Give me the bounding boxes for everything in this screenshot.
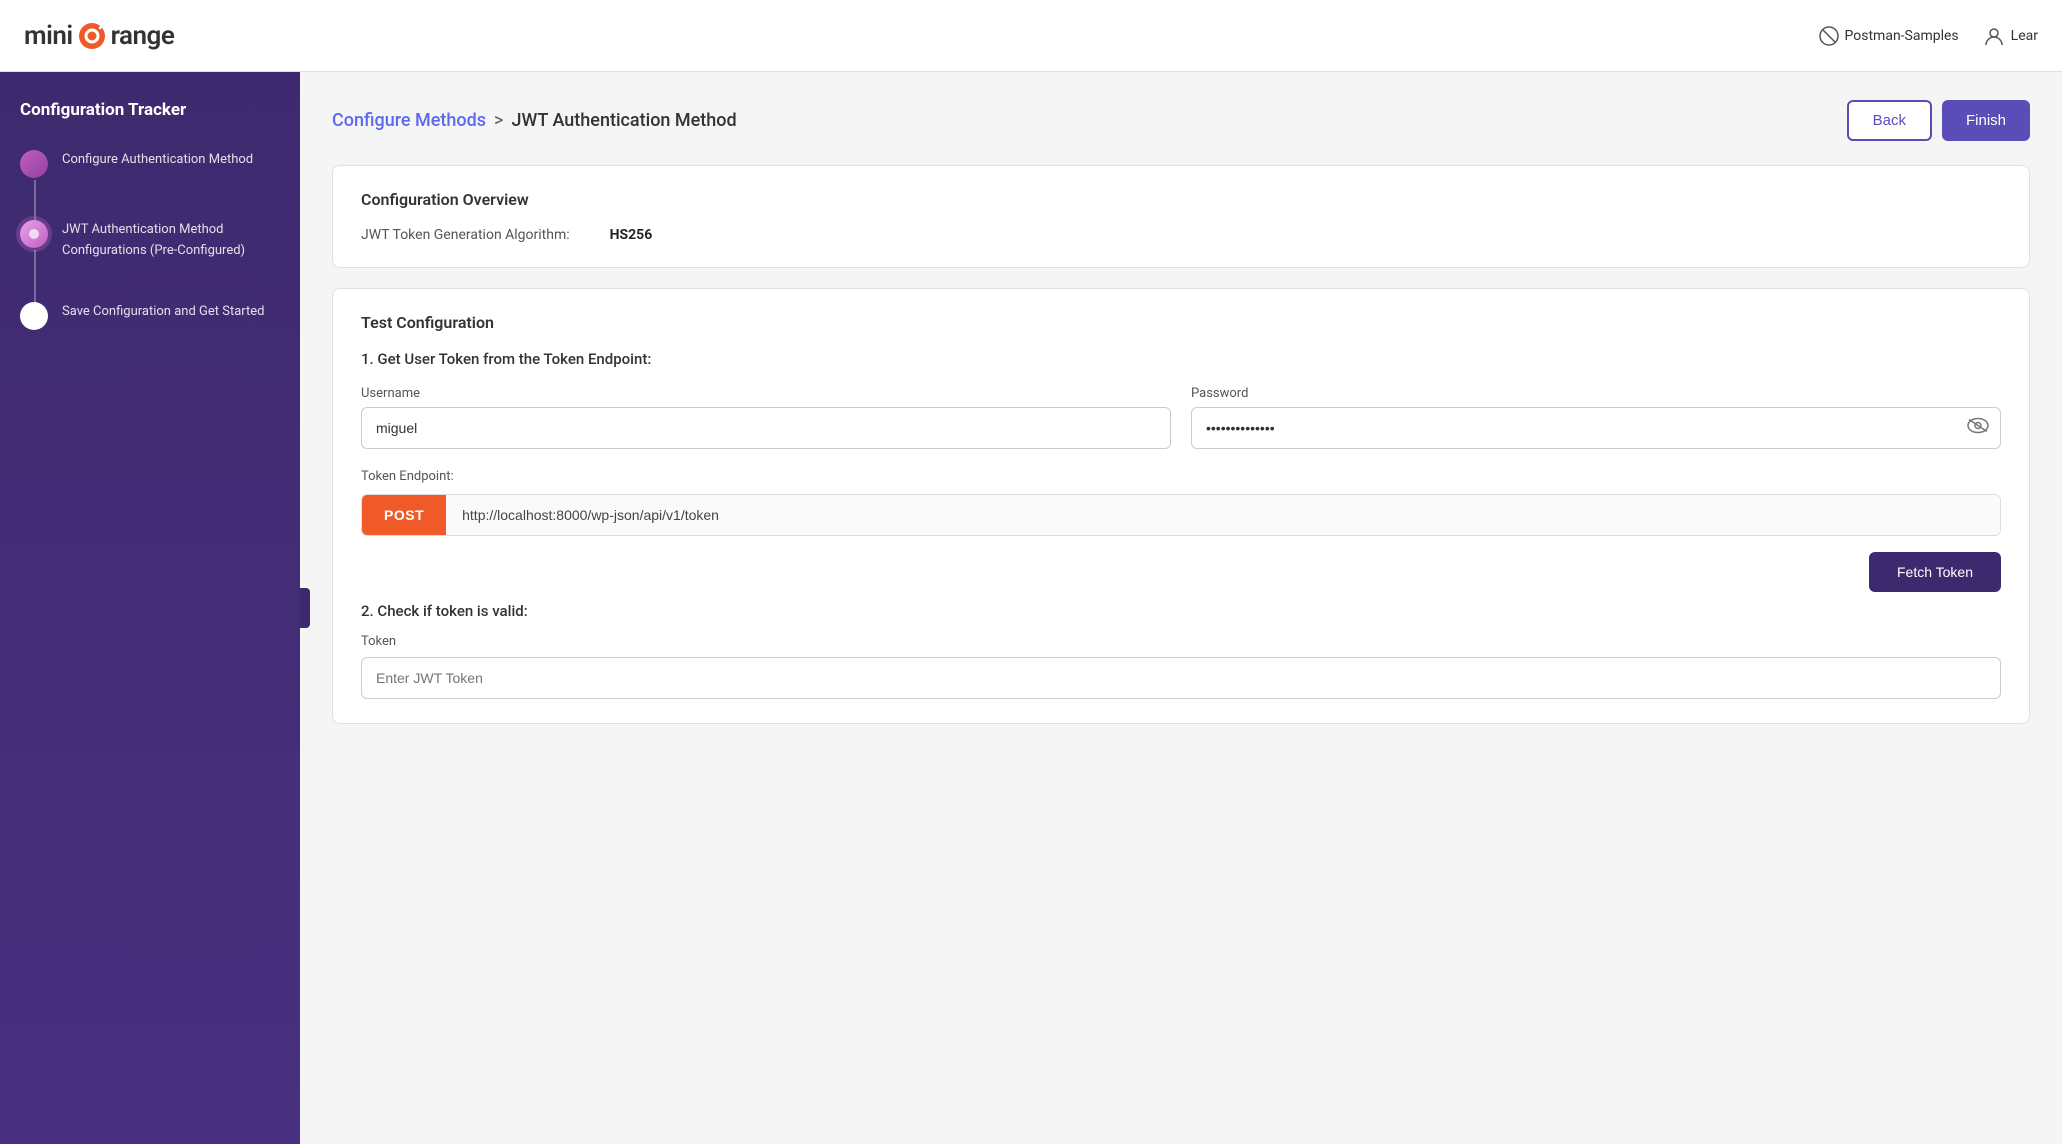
fetch-token-button[interactable]: Fetch Token [1869, 552, 2001, 592]
main-layout: Configuration Tracker Configure Authenti… [0, 72, 2062, 1144]
sidebar: Configuration Tracker Configure Authenti… [0, 72, 300, 1144]
logo-text-after: range [111, 21, 175, 51]
logo-text-before: mini [24, 21, 73, 51]
logo-icon [77, 21, 107, 51]
endpoint-label: Token Endpoint: [361, 469, 2001, 484]
token-input[interactable] [361, 657, 2001, 699]
endpoint-url-input[interactable] [446, 495, 2000, 535]
tracker-label-1: Configure Authentication Method [62, 148, 253, 169]
breadcrumb-link[interactable]: Configure Methods [332, 110, 486, 131]
forbidden-icon [1819, 26, 1839, 46]
algorithm-value: HS256 [610, 227, 653, 243]
nav-right: Postman-Samples Lear [1819, 25, 2038, 47]
password-wrapper [1191, 407, 2001, 449]
post-method-badge: POST [362, 495, 446, 535]
sidebar-title: Configuration Tracker [20, 100, 280, 120]
finish-button[interactable]: Finish [1942, 100, 2030, 141]
breadcrumb-separator: > [494, 110, 503, 131]
username-label: Username [361, 386, 1171, 401]
learn-label: Lear [2011, 28, 2038, 44]
credentials-row: Username Password [361, 386, 2001, 449]
header-buttons: Back Finish [1847, 100, 2030, 141]
algorithm-label: JWT Token Generation Algorithm: [361, 227, 570, 243]
breadcrumb-current: JWT Authentication Method [511, 110, 736, 131]
config-overview-card: Configuration Overview JWT Token Generat… [332, 165, 2030, 268]
learn-nav[interactable]: Lear [1983, 25, 2038, 47]
user-icon [1983, 25, 2005, 47]
back-button[interactable]: Back [1847, 100, 1932, 141]
logo: mini range [24, 21, 174, 51]
check-token-section: 2. Check if token is valid: Token [361, 602, 2001, 699]
username-input[interactable] [361, 407, 1171, 449]
eye-icon[interactable] [1967, 418, 1989, 439]
page-header: Configure Methods > JWT Authentication M… [332, 100, 2030, 141]
token-label: Token [361, 634, 2001, 649]
postman-label: Postman-Samples [1845, 28, 1959, 44]
main-content: Configure Methods > JWT Authentication M… [300, 72, 2062, 1144]
test-config-title: Test Configuration [361, 313, 2001, 332]
tracker-label-2: JWT Authentication Method Configurations… [62, 218, 280, 260]
fetch-row: Fetch Token [361, 552, 2001, 592]
password-input[interactable] [1191, 407, 2001, 449]
step1-heading: 1. Get User Token from the Token Endpoin… [361, 350, 2001, 368]
username-group: Username [361, 386, 1171, 449]
breadcrumb: Configure Methods > JWT Authentication M… [332, 110, 737, 131]
top-nav: mini range Postman-Samples Lear [0, 0, 2062, 72]
tracker-dot-3 [20, 302, 48, 330]
tracker-item-3: Save Configuration and Get Started [20, 300, 280, 330]
sidebar-edge [300, 588, 310, 628]
password-group: Password [1191, 386, 2001, 449]
test-config-card: Test Configuration 1. Get User Token fro… [332, 288, 2030, 724]
password-label: Password [1191, 386, 2001, 401]
step2-heading: 2. Check if token is valid: [361, 602, 2001, 620]
tracker-dot-1 [20, 150, 48, 178]
tracker-items: Configure Authentication Method JWT Auth… [20, 148, 280, 330]
config-row: JWT Token Generation Algorithm: HS256 [361, 227, 2001, 243]
tracker-item-2: JWT Authentication Method Configurations… [20, 218, 280, 300]
tracker-dot-2 [20, 220, 48, 248]
config-overview-title: Configuration Overview [361, 190, 2001, 209]
tracker-item-1: Configure Authentication Method [20, 148, 280, 218]
tracker-label-3: Save Configuration and Get Started [62, 300, 264, 321]
postman-samples-nav[interactable]: Postman-Samples [1819, 26, 1959, 46]
endpoint-row: POST [361, 494, 2001, 536]
